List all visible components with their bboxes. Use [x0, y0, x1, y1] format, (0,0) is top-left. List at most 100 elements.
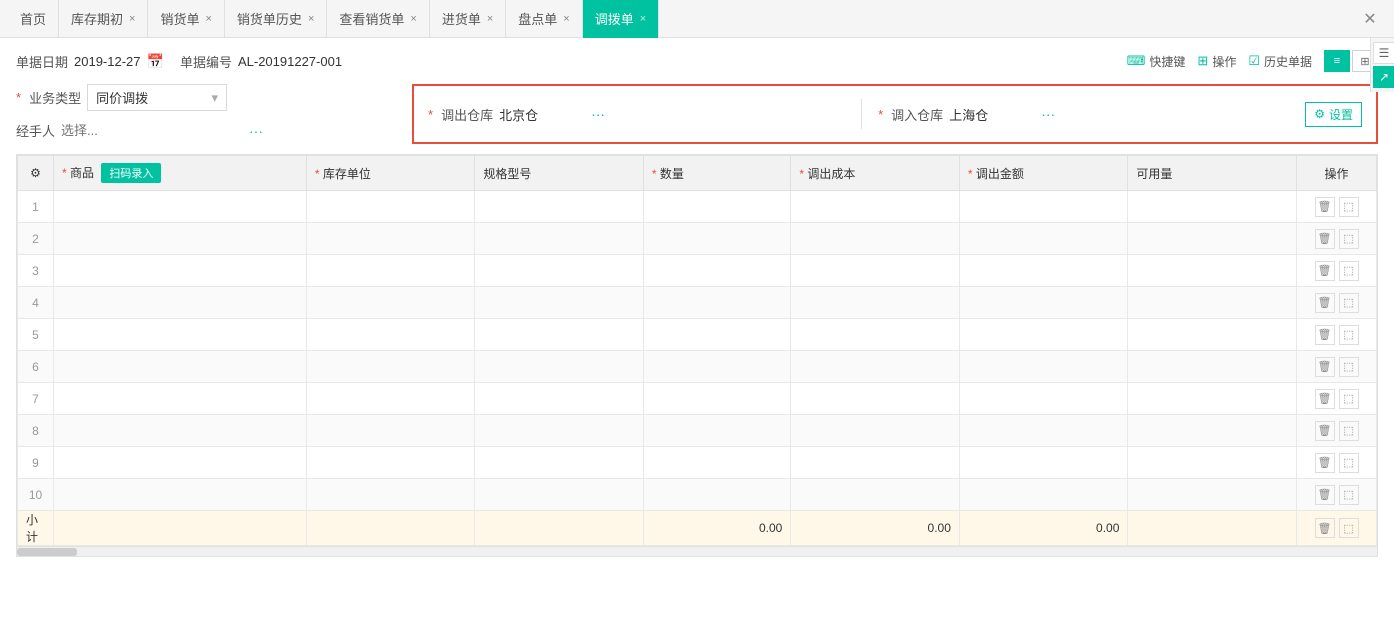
cell-qty[interactable]: [643, 447, 790, 479]
delete-icon[interactable]: 🗑: [1315, 325, 1335, 345]
tab-stocktake[interactable]: 盘点单 ×: [506, 0, 582, 38]
cell-product[interactable]: [54, 383, 307, 415]
cell-qty[interactable]: [643, 479, 790, 511]
warehouse-in-more-button[interactable]: ···: [1041, 106, 1055, 122]
delete-icon[interactable]: 🗑: [1315, 293, 1335, 313]
copy-icon[interactable]: ⬚: [1339, 325, 1359, 345]
cell-product[interactable]: [54, 479, 307, 511]
delete-icon[interactable]: 🗑: [1315, 357, 1335, 377]
cell-product[interactable]: [54, 191, 307, 223]
delete-icon[interactable]: 🗑: [1315, 421, 1335, 441]
handler-input[interactable]: [61, 123, 237, 138]
cell-spec[interactable]: [475, 223, 644, 255]
cell-spec[interactable]: [475, 319, 644, 351]
delete-icon[interactable]: 🗑: [1315, 229, 1335, 249]
tab-close-icon[interactable]: ×: [640, 13, 646, 25]
copy-icon[interactable]: ⬚: [1339, 389, 1359, 409]
cell-product[interactable]: [54, 351, 307, 383]
cell-amount[interactable]: [959, 191, 1128, 223]
cell-qty[interactable]: [643, 191, 790, 223]
cell-unit[interactable]: [306, 287, 475, 319]
cell-cost[interactable]: [791, 447, 960, 479]
cell-product[interactable]: [54, 415, 307, 447]
cell-unit[interactable]: [306, 351, 475, 383]
sidebar-expand-icon[interactable]: ↗: [1373, 66, 1394, 88]
cell-qty[interactable]: [643, 319, 790, 351]
list-view-button[interactable]: ≡: [1324, 50, 1350, 72]
cell-spec[interactable]: [475, 447, 644, 479]
cell-unit[interactable]: [306, 479, 475, 511]
cell-amount[interactable]: [959, 479, 1128, 511]
copy-icon[interactable]: ⬚: [1339, 229, 1359, 249]
tab-inventory-init[interactable]: 库存期初 ×: [59, 0, 148, 38]
copy-icon[interactable]: ⬚: [1339, 518, 1359, 538]
copy-icon[interactable]: ⬚: [1339, 485, 1359, 505]
cell-spec[interactable]: [475, 479, 644, 511]
cell-amount[interactable]: [959, 447, 1128, 479]
copy-icon[interactable]: ⬚: [1339, 293, 1359, 313]
delete-icon[interactable]: 🗑: [1315, 197, 1335, 217]
cell-qty[interactable]: [643, 223, 790, 255]
cell-cost[interactable]: [791, 255, 960, 287]
delete-icon[interactable]: 🗑: [1315, 485, 1335, 505]
copy-icon[interactable]: ⬚: [1339, 357, 1359, 377]
th-settings[interactable]: ⚙: [18, 156, 54, 191]
cell-cost[interactable]: [791, 351, 960, 383]
tab-sales-history[interactable]: 销货单历史 ×: [225, 0, 327, 38]
copy-icon[interactable]: ⬚: [1339, 197, 1359, 217]
tab-home[interactable]: 首页: [8, 0, 59, 38]
cell-qty[interactable]: [643, 351, 790, 383]
cell-unit[interactable]: [306, 255, 475, 287]
cell-unit[interactable]: [306, 223, 475, 255]
window-close-button[interactable]: ✕: [1354, 0, 1386, 38]
tab-close-icon[interactable]: ×: [308, 13, 314, 25]
cell-spec[interactable]: [475, 415, 644, 447]
cell-product[interactable]: [54, 255, 307, 287]
tab-view-sales[interactable]: 查看销货单 ×: [327, 0, 429, 38]
cell-qty[interactable]: [643, 287, 790, 319]
copy-icon[interactable]: ⬚: [1339, 453, 1359, 473]
cell-amount[interactable]: [959, 415, 1128, 447]
cell-product[interactable]: [54, 287, 307, 319]
tab-close-icon[interactable]: ×: [487, 13, 493, 25]
cell-product[interactable]: [54, 223, 307, 255]
cell-cost[interactable]: [791, 319, 960, 351]
cell-spec[interactable]: [475, 191, 644, 223]
scrollbar-thumb[interactable]: [17, 548, 77, 556]
cell-unit[interactable]: [306, 447, 475, 479]
cell-unit[interactable]: [306, 383, 475, 415]
cell-product[interactable]: [54, 319, 307, 351]
tab-close-icon[interactable]: ×: [563, 13, 569, 25]
tab-sales[interactable]: 销货单 ×: [148, 0, 224, 38]
cell-spec[interactable]: [475, 351, 644, 383]
cell-cost[interactable]: [791, 191, 960, 223]
warehouse-out-more-button[interactable]: ···: [591, 106, 605, 122]
sidebar-list-icon[interactable]: ☰: [1373, 42, 1394, 64]
tab-transfer[interactable]: 调拨单 ×: [583, 0, 659, 38]
scan-button[interactable]: 扫码录入: [101, 163, 161, 183]
cell-amount[interactable]: [959, 319, 1128, 351]
calendar-icon[interactable]: 📅: [147, 53, 164, 70]
ops-button[interactable]: ⊞ 操作: [1197, 53, 1236, 70]
cell-qty[interactable]: [643, 415, 790, 447]
cell-qty[interactable]: [643, 255, 790, 287]
cell-unit[interactable]: [306, 319, 475, 351]
cell-cost[interactable]: [791, 383, 960, 415]
delete-icon[interactable]: 🗑: [1315, 453, 1335, 473]
cell-amount[interactable]: [959, 287, 1128, 319]
copy-icon[interactable]: ⬚: [1339, 421, 1359, 441]
cell-unit[interactable]: [306, 191, 475, 223]
business-type-select[interactable]: 同价调拨 ▾: [87, 84, 227, 111]
delete-icon[interactable]: 🗑: [1315, 518, 1335, 538]
cell-amount[interactable]: [959, 223, 1128, 255]
handler-more-button[interactable]: ···: [249, 123, 263, 139]
cell-unit[interactable]: [306, 415, 475, 447]
tab-purchase[interactable]: 进货单 ×: [430, 0, 506, 38]
history-button[interactable]: ☑ 历史单据: [1248, 53, 1312, 70]
cell-cost[interactable]: [791, 479, 960, 511]
cell-cost[interactable]: [791, 223, 960, 255]
tab-close-icon[interactable]: ×: [129, 13, 135, 25]
tab-close-icon[interactable]: ×: [205, 13, 211, 25]
cell-amount[interactable]: [959, 255, 1128, 287]
shortcut-button[interactable]: ⌨ 快捷键: [1127, 53, 1186, 70]
